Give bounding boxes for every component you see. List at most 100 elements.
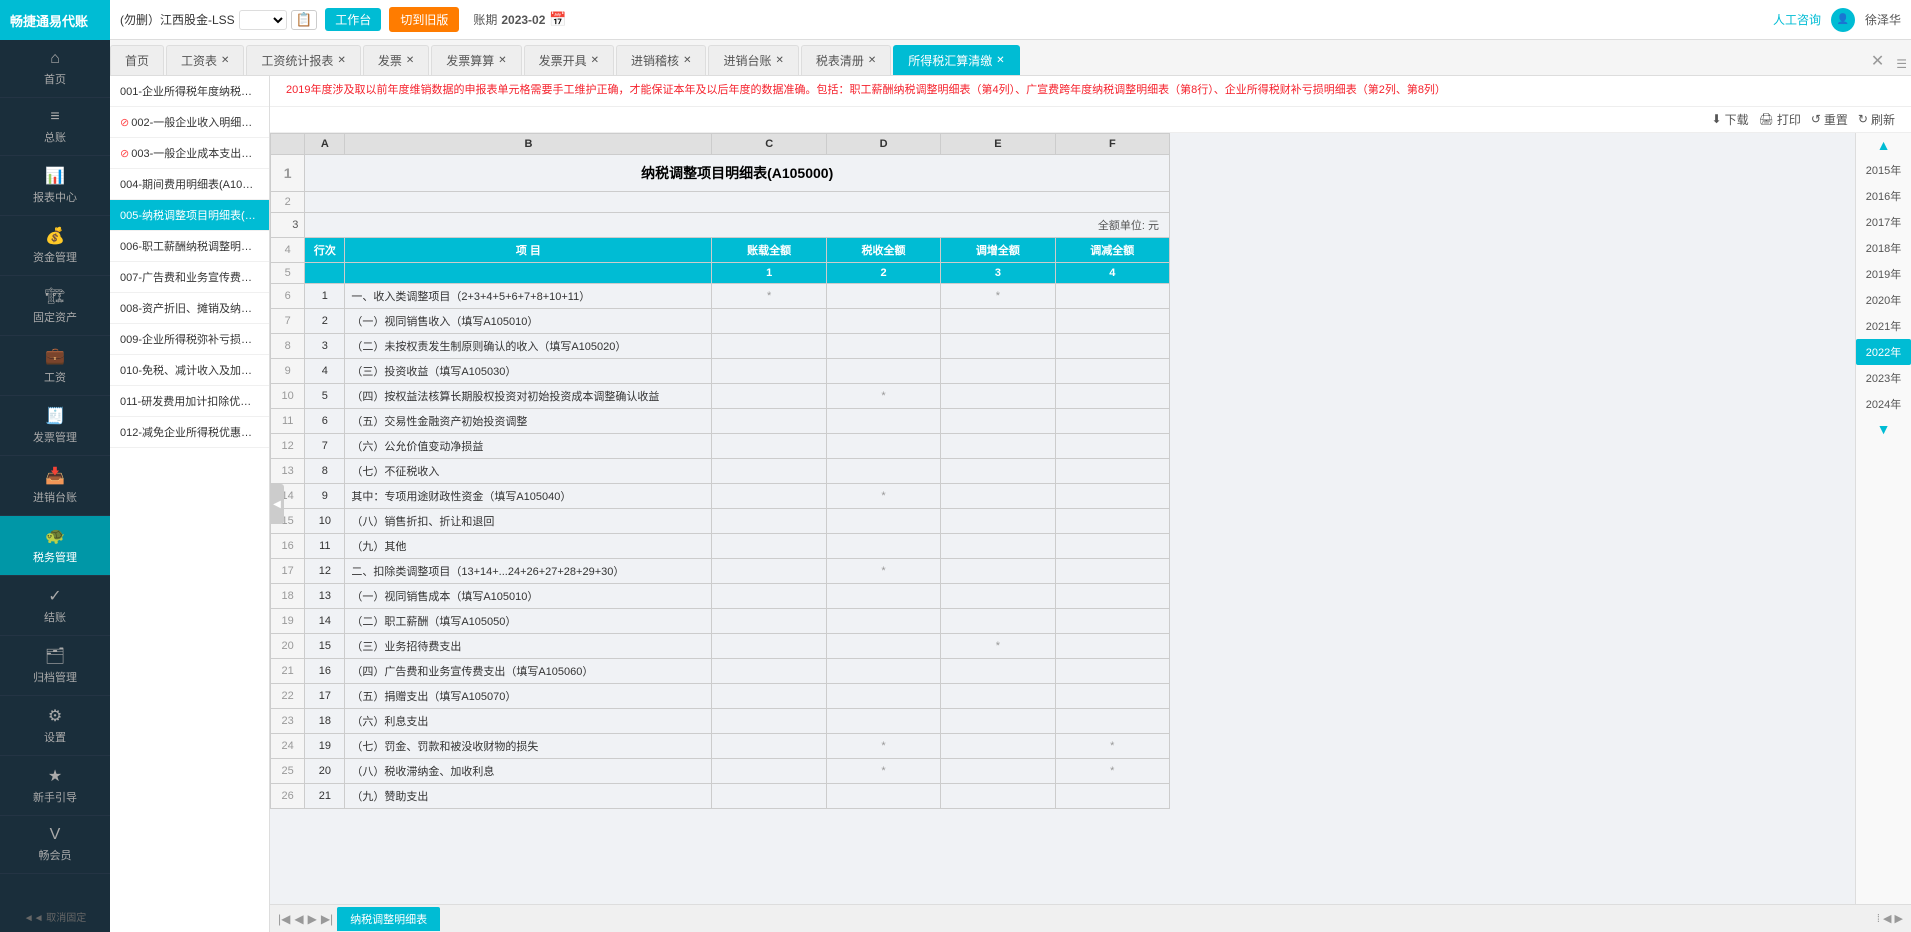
- year-item-2024年[interactable]: 2024年: [1856, 391, 1911, 417]
- c4-20[interactable]: *: [1055, 758, 1169, 783]
- sidebar-item-member[interactable]: V畅会员: [0, 816, 110, 874]
- tab-import-ledger[interactable]: 进销台账 ✕: [708, 45, 798, 75]
- c4-18[interactable]: [1055, 708, 1169, 733]
- c1-21[interactable]: [712, 783, 826, 808]
- c2-10[interactable]: [826, 508, 940, 533]
- c1-20[interactable]: [712, 758, 826, 783]
- c3-9[interactable]: [941, 483, 1055, 508]
- left-panel-item-006[interactable]: 006-职工薪酬纳税调整明细...: [110, 231, 269, 262]
- copy-icon[interactable]: 📋: [291, 10, 318, 30]
- c3-11[interactable]: [941, 533, 1055, 558]
- sidebar-item-assets[interactable]: 💰资金管理: [0, 216, 110, 276]
- year-item-2023年[interactable]: 2023年: [1856, 365, 1911, 391]
- left-panel-item-012[interactable]: 012-减免企业所得税优惠明细(...: [110, 417, 269, 448]
- sidebar-footer[interactable]: ◄◄ 取消固定: [0, 901, 110, 932]
- c2-16[interactable]: [826, 658, 940, 683]
- c1-12[interactable]: [712, 558, 826, 583]
- year-item-2020年[interactable]: 2020年: [1856, 287, 1911, 313]
- c2-1[interactable]: [826, 283, 940, 308]
- sidebar-item-guide[interactable]: ★新手引导: [0, 756, 110, 816]
- c3-12[interactable]: [941, 558, 1055, 583]
- left-panel-item-004[interactable]: 004-期间费用明细表(A1040...: [110, 169, 269, 200]
- tab-close-import-ledger[interactable]: ✕: [775, 55, 783, 66]
- c1-4[interactable]: [712, 358, 826, 383]
- c1-7[interactable]: [712, 433, 826, 458]
- c2-5[interactable]: *: [826, 383, 940, 408]
- c3-3[interactable]: [941, 333, 1055, 358]
- c1-18[interactable]: [712, 708, 826, 733]
- c4-13[interactable]: [1055, 583, 1169, 608]
- tab-close-invoice-calc[interactable]: ✕: [498, 55, 506, 66]
- tab-close-invoice[interactable]: ✕: [406, 55, 414, 66]
- download-button[interactable]: ⬇ 下载: [1712, 111, 1749, 128]
- c1-9[interactable]: [712, 483, 826, 508]
- c1-13[interactable]: [712, 583, 826, 608]
- c2-20[interactable]: *: [826, 758, 940, 783]
- sidebar-item-settings[interactable]: ⚙设置: [0, 696, 110, 756]
- year-item-2017年[interactable]: 2017年: [1856, 209, 1911, 235]
- c2-3[interactable]: [826, 333, 940, 358]
- left-panel-item-003[interactable]: ⊘003-一般企业成本支出明细...: [110, 138, 269, 169]
- tab-wages-stat[interactable]: 工资统计报表 ✕: [246, 45, 360, 75]
- sheet-nav-next[interactable]: ▶: [308, 912, 317, 926]
- c4-7[interactable]: [1055, 433, 1169, 458]
- c2-9[interactable]: *: [826, 483, 940, 508]
- c1-5[interactable]: [712, 383, 826, 408]
- c3-8[interactable]: [941, 458, 1055, 483]
- year-down-arrow[interactable]: ▼: [1873, 417, 1895, 441]
- tab-tax-clear[interactable]: 税表清册 ✕: [801, 45, 891, 75]
- tab-wages[interactable]: 工资表 ✕: [166, 45, 244, 75]
- user-name[interactable]: 徐泽华: [1865, 11, 1901, 28]
- c4-19[interactable]: *: [1055, 733, 1169, 758]
- left-panel-item-011[interactable]: 011-研发费用加计扣除优惠...: [110, 386, 269, 417]
- workspace-button[interactable]: 工作台: [325, 8, 381, 31]
- tab-home[interactable]: 首页: [110, 45, 164, 75]
- sidebar-item-archive[interactable]: 🗂归档管理: [0, 636, 110, 696]
- left-panel-item-009[interactable]: 009-企业所得税弥补亏损明...: [110, 324, 269, 355]
- c4-9[interactable]: [1055, 483, 1169, 508]
- c2-19[interactable]: *: [826, 733, 940, 758]
- sidebar-item-reports[interactable]: 📊报表中心: [0, 156, 110, 216]
- tab-close-tax-clear[interactable]: ✕: [868, 55, 876, 66]
- c4-4[interactable]: [1055, 358, 1169, 383]
- c1-8[interactable]: [712, 458, 826, 483]
- sheet-nav-left[interactable]: |◀: [278, 912, 290, 926]
- year-item-2018年[interactable]: 2018年: [1856, 235, 1911, 261]
- year-item-2022年[interactable]: 2022年: [1856, 339, 1911, 365]
- c3-4[interactable]: [941, 358, 1055, 383]
- c1-17[interactable]: [712, 683, 826, 708]
- tab-close-import-check[interactable]: ✕: [683, 55, 691, 66]
- sidebar-item-settle[interactable]: ✓结账: [0, 576, 110, 636]
- c1-3[interactable]: [712, 333, 826, 358]
- c2-12[interactable]: *: [826, 558, 940, 583]
- tab-close-invoice-open[interactable]: ✕: [591, 55, 599, 66]
- c2-8[interactable]: [826, 458, 940, 483]
- refresh-button[interactable]: ↻ 刷新: [1858, 111, 1895, 128]
- c3-20[interactable]: [941, 758, 1055, 783]
- tab-close-tax-income[interactable]: ✕: [996, 55, 1004, 66]
- tab-invoice-open[interactable]: 发票开具 ✕: [524, 45, 614, 75]
- c3-17[interactable]: [941, 683, 1055, 708]
- c3-18[interactable]: [941, 708, 1055, 733]
- c4-15[interactable]: [1055, 633, 1169, 658]
- c2-15[interactable]: [826, 633, 940, 658]
- sidebar-item-home[interactable]: ⌂首页: [0, 40, 110, 98]
- sidebar-item-tax[interactable]: 🐢税务管理: [0, 516, 110, 576]
- year-item-2016年[interactable]: 2016年: [1856, 183, 1911, 209]
- c3-6[interactable]: [941, 408, 1055, 433]
- close-all-tabs[interactable]: ✕: [1863, 47, 1892, 75]
- c4-3[interactable]: [1055, 333, 1169, 358]
- switch-old-button[interactable]: 切到旧版: [389, 7, 459, 32]
- c3-2[interactable]: [941, 308, 1055, 333]
- c4-8[interactable]: [1055, 458, 1169, 483]
- tab-import-check[interactable]: 进销稽核 ✕: [616, 45, 706, 75]
- c2-6[interactable]: [826, 408, 940, 433]
- c1-6[interactable]: [712, 408, 826, 433]
- c4-6[interactable]: [1055, 408, 1169, 433]
- sheet-nav-right[interactable]: ▶|: [321, 912, 333, 926]
- c1-14[interactable]: [712, 608, 826, 633]
- c3-10[interactable]: [941, 508, 1055, 533]
- tabs-menu-icon[interactable]: ☰: [1892, 53, 1911, 75]
- left-panel-item-005[interactable]: 005-纳税调整项目明细表(A1...: [110, 200, 269, 231]
- c4-5[interactable]: [1055, 383, 1169, 408]
